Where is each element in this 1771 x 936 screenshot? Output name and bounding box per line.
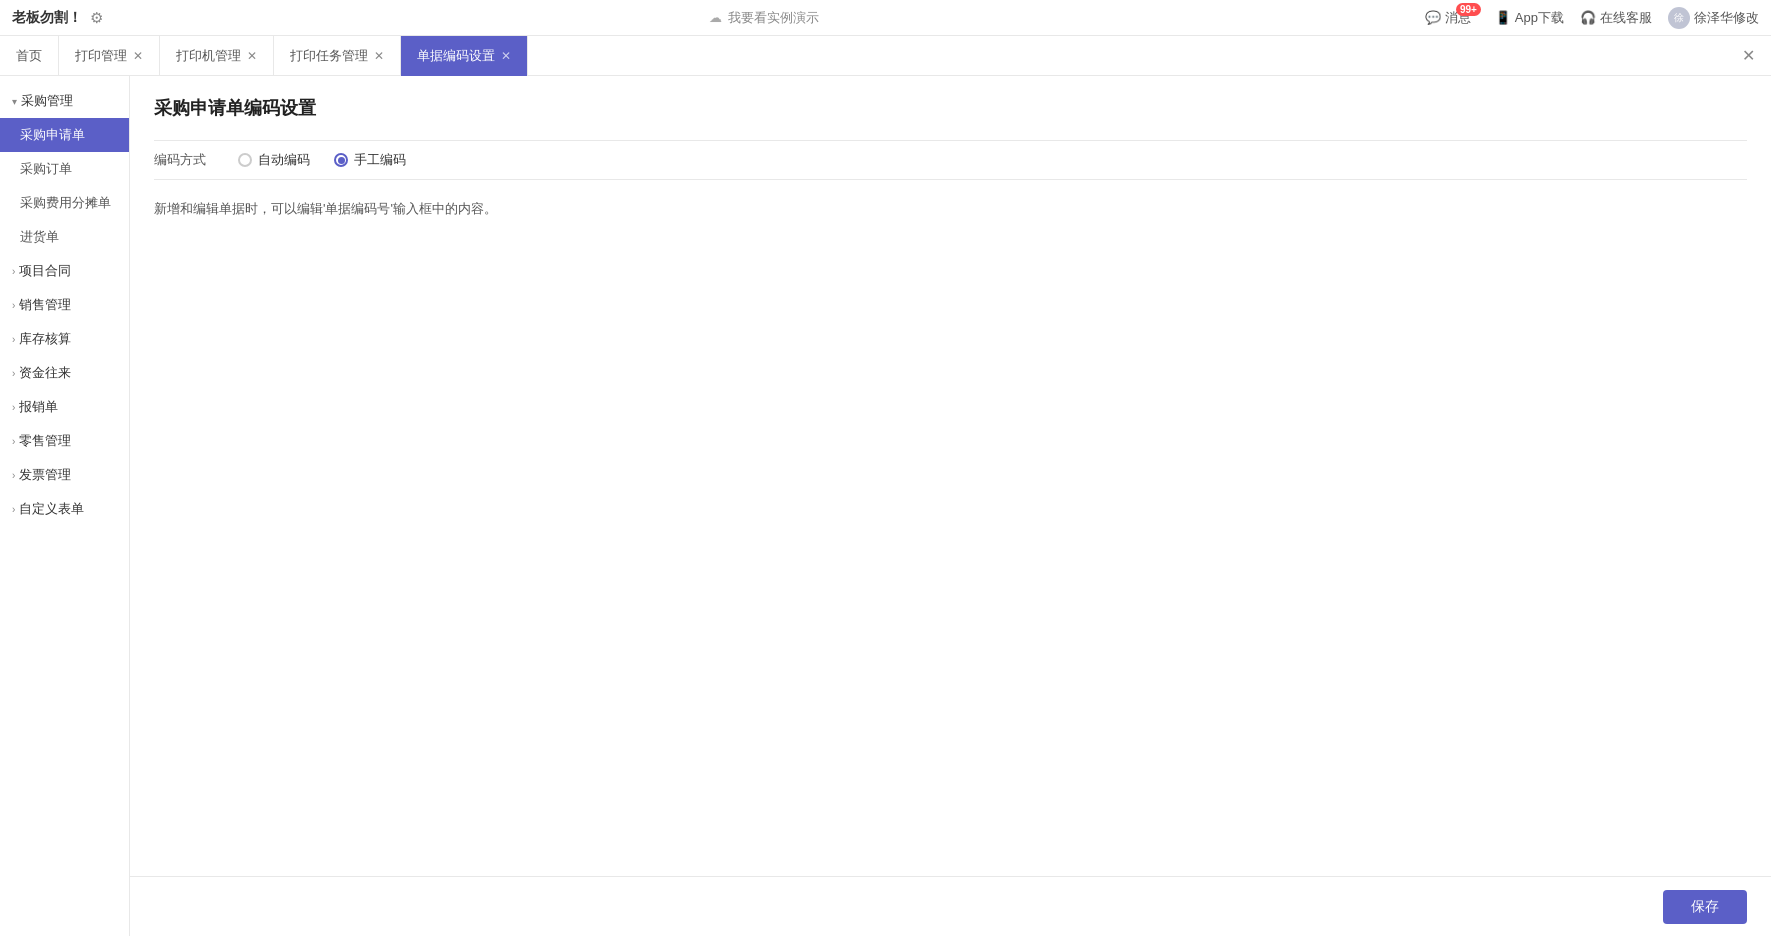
sidebar-group-retail-label: 零售管理: [19, 432, 71, 450]
message-badge: 99+: [1456, 3, 1481, 16]
tab-printer-management[interactable]: 打印机管理 ✕: [160, 36, 274, 76]
service-icon: 🎧: [1580, 10, 1596, 25]
sidebar-group-custom-forms-label: 自定义表单: [19, 500, 84, 518]
sidebar-group-retail: › 零售管理: [0, 424, 129, 458]
settings-icon[interactable]: ⚙: [90, 9, 103, 27]
tab-printer-management-label: 打印机管理: [176, 47, 241, 65]
user-button[interactable]: 徐 徐泽华修改: [1668, 7, 1759, 29]
sidebar-group-expense-label: 报销单: [19, 398, 58, 416]
tab-print-management-label: 打印管理: [75, 47, 127, 65]
chevron-down-icon: ▾: [12, 96, 17, 107]
top-bar-left: 老板勿割！ ⚙: [12, 9, 103, 27]
sidebar-group-purchase-label: 采购管理: [21, 92, 73, 110]
radio-manual-encode-circle[interactable]: [334, 153, 348, 167]
sidebar-group-contract-label: 项目合同: [19, 262, 71, 280]
sidebar-group-purchase: ▾ 采购管理 采购申请单 采购订单 采购费用分摊单 进货单: [0, 84, 129, 254]
radio-auto-encode-label: 自动编码: [258, 151, 310, 169]
hint-text: 新增和编辑单据时，可以编辑'单据编码号'输入框中的内容。: [154, 200, 1747, 218]
tab-print-task-management[interactable]: 打印任务管理 ✕: [274, 36, 401, 76]
sidebar-group-inventory-label: 库存核算: [19, 330, 71, 348]
save-button[interactable]: 保存: [1663, 890, 1747, 924]
page-title: 采购申请单编码设置: [154, 96, 1747, 120]
tab-home[interactable]: 首页: [0, 36, 59, 76]
chevron-right-icon: ›: [12, 266, 15, 277]
close-icon[interactable]: ✕: [501, 49, 511, 63]
sidebar-item-purchase-requisition[interactable]: 采购申请单: [0, 118, 129, 152]
online-service-button[interactable]: 🎧 在线客服: [1580, 9, 1652, 27]
sidebar-group-expense-title[interactable]: › 报销单: [0, 390, 129, 424]
logo-text: 老板勿割！: [12, 9, 82, 27]
sidebar-group-finance-label: 资金往来: [19, 364, 71, 382]
main-content: 采购申请单编码设置 编码方式 自动编码 手工编码 新增和编辑单据时，可以编辑'单…: [130, 76, 1771, 876]
tab-code-settings[interactable]: 单据编码设置 ✕: [401, 36, 528, 76]
avatar: 徐: [1668, 7, 1690, 29]
encoding-row: 编码方式 自动编码 手工编码: [154, 140, 1747, 180]
sidebar-group-custom-forms-title[interactable]: › 自定义表单: [0, 492, 129, 526]
chevron-right-icon: ›: [12, 436, 15, 447]
app-download-button[interactable]: 📱 App下载: [1495, 9, 1564, 27]
chevron-right-icon: ›: [12, 334, 15, 345]
sidebar-item-purchase-expense[interactable]: 采购费用分摊单: [0, 186, 129, 220]
close-icon[interactable]: ✕: [133, 49, 143, 63]
main: 采购申请单编码设置 编码方式 自动编码 手工编码 新增和编辑单据时，可以编辑'单…: [130, 76, 1771, 936]
chevron-right-icon: ›: [12, 470, 15, 481]
tab-bar-close-button[interactable]: ✕: [1726, 36, 1771, 76]
sidebar-group-inventory: › 库存核算: [0, 322, 129, 356]
tab-home-label: 首页: [16, 47, 42, 65]
sidebar-group-finance: › 资金往来: [0, 356, 129, 390]
close-icon[interactable]: ✕: [247, 49, 257, 63]
chevron-right-icon: ›: [12, 368, 15, 379]
sidebar-group-invoice: › 发票管理: [0, 458, 129, 492]
chevron-right-icon: ›: [12, 504, 15, 515]
message-button[interactable]: 💬 消息 99+: [1425, 9, 1471, 27]
sidebar-group-purchase-title[interactable]: ▾ 采购管理: [0, 84, 129, 118]
message-icon: 💬: [1425, 10, 1441, 25]
tab-code-settings-label: 单据编码设置: [417, 47, 495, 65]
radio-auto-encode[interactable]: 自动编码: [238, 151, 310, 169]
sidebar-group-sales: › 销售管理: [0, 288, 129, 322]
sidebar-group-expense: › 报销单: [0, 390, 129, 424]
chevron-right-icon: ›: [12, 402, 15, 413]
close-icon[interactable]: ✕: [374, 49, 384, 63]
sidebar-group-contract: › 项目合同: [0, 254, 129, 288]
tab-print-management[interactable]: 打印管理 ✕: [59, 36, 160, 76]
layout: ▾ 采购管理 采购申请单 采购订单 采购费用分摊单 进货单 › 项目合同 › 销…: [0, 76, 1771, 936]
sidebar-group-sales-label: 销售管理: [19, 296, 71, 314]
demo-link[interactable]: ☁ 我要看实例演示: [709, 9, 819, 27]
sidebar-group-custom-forms: › 自定义表单: [0, 492, 129, 526]
top-bar-right: 💬 消息 99+ 📱 App下载 🎧 在线客服 徐 徐泽华修改: [1425, 7, 1759, 29]
app-download-icon: 📱: [1495, 10, 1511, 25]
sidebar: ▾ 采购管理 采购申请单 采购订单 采购费用分摊单 进货单 › 项目合同 › 销…: [0, 76, 130, 936]
sidebar-group-finance-title[interactable]: › 资金往来: [0, 356, 129, 390]
radio-manual-encode[interactable]: 手工编码: [334, 151, 406, 169]
encoding-label: 编码方式: [154, 151, 206, 169]
sidebar-item-purchase-order[interactable]: 采购订单: [0, 152, 129, 186]
sidebar-group-sales-title[interactable]: › 销售管理: [0, 288, 129, 322]
sidebar-group-retail-title[interactable]: › 零售管理: [0, 424, 129, 458]
footer-bar: 保存: [130, 876, 1771, 936]
sidebar-group-inventory-title[interactable]: › 库存核算: [0, 322, 129, 356]
sidebar-item-goods-receipt[interactable]: 进货单: [0, 220, 129, 254]
tab-print-task-management-label: 打印任务管理: [290, 47, 368, 65]
radio-auto-encode-circle[interactable]: [238, 153, 252, 167]
sidebar-group-invoice-title[interactable]: › 发票管理: [0, 458, 129, 492]
sidebar-group-contract-title[interactable]: › 项目合同: [0, 254, 129, 288]
radio-manual-encode-label: 手工编码: [354, 151, 406, 169]
sidebar-group-invoice-label: 发票管理: [19, 466, 71, 484]
tab-bar: 首页 打印管理 ✕ 打印机管理 ✕ 打印任务管理 ✕ 单据编码设置 ✕ ✕: [0, 36, 1771, 76]
top-bar: 老板勿割！ ⚙ ☁ 我要看实例演示 💬 消息 99+ 📱 App下载 🎧 在线客…: [0, 0, 1771, 36]
demo-cloud-icon: ☁: [709, 10, 722, 25]
chevron-right-icon: ›: [12, 300, 15, 311]
